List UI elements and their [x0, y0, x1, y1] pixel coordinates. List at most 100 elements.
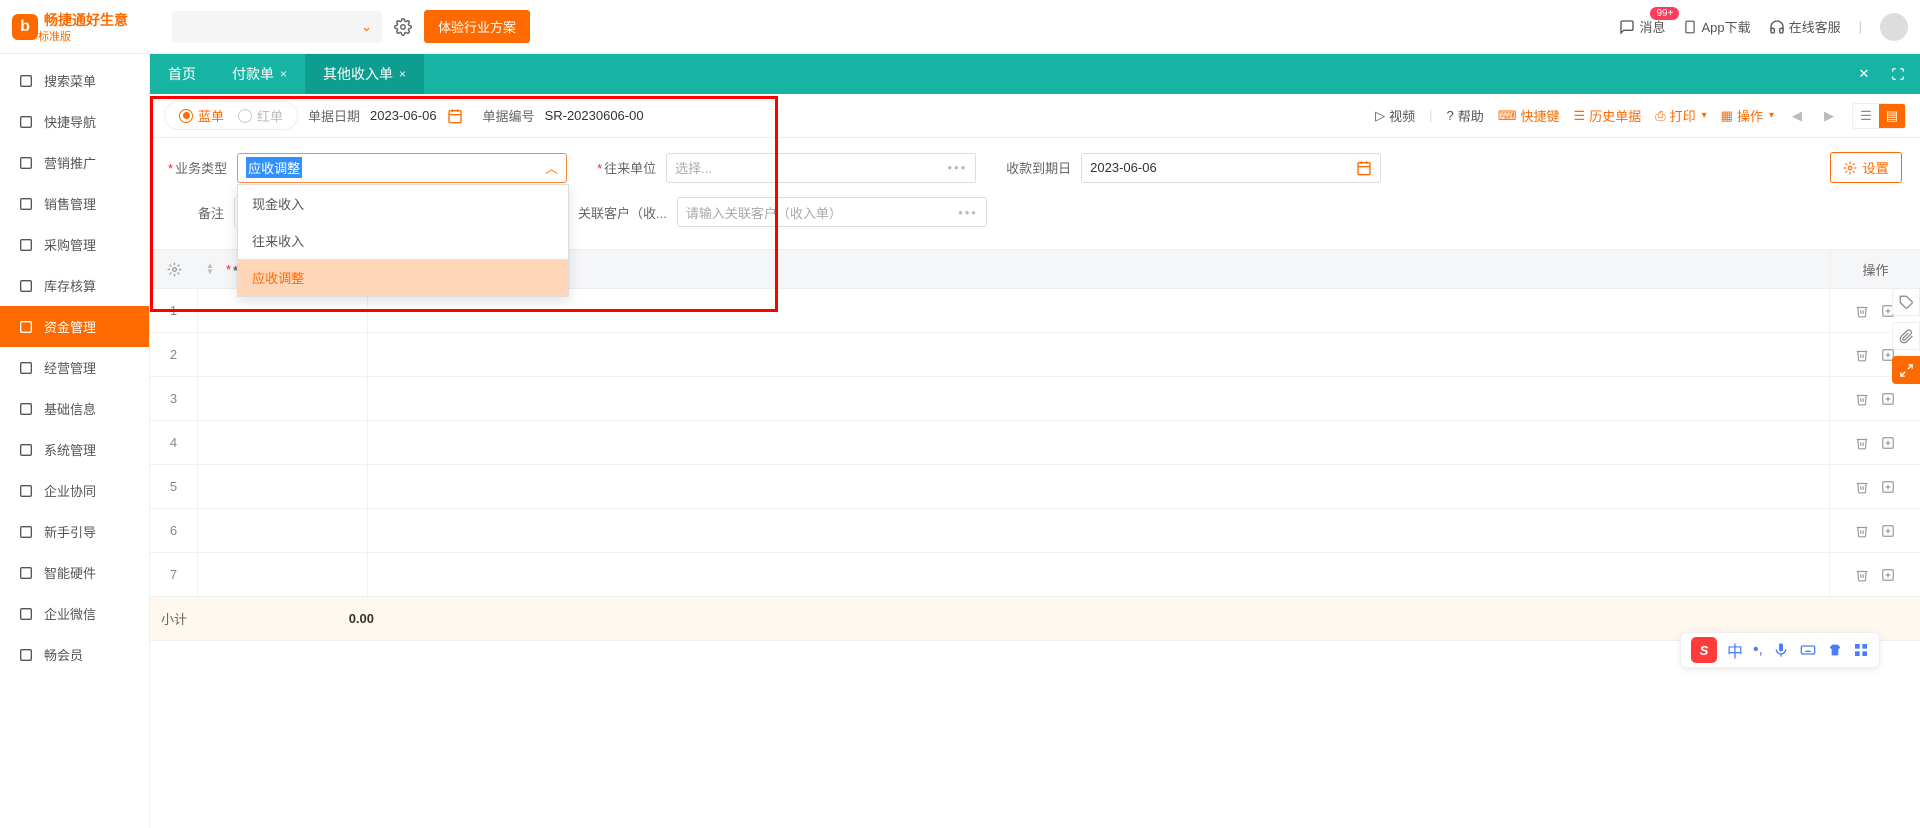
ime-toolbar[interactable]: S 中 •, [1680, 632, 1880, 668]
help-button[interactable]: ?帮助 [1447, 106, 1484, 125]
ime-mic-icon[interactable] [1773, 642, 1789, 658]
row-body-cell[interactable] [368, 333, 1830, 376]
close-icon[interactable]: × [399, 67, 406, 81]
row-amount-cell[interactable] [198, 421, 368, 464]
next-doc-button[interactable]: ▶ [1820, 108, 1838, 124]
row-amount-cell[interactable] [198, 509, 368, 552]
close-icon[interactable]: × [280, 67, 287, 81]
ime-punct-button[interactable]: •, [1753, 641, 1763, 659]
ime-skin-icon[interactable] [1827, 642, 1843, 658]
biz-type-option[interactable]: 现金收入 [238, 185, 568, 222]
print-button[interactable]: ⎙打印▾ [1655, 106, 1706, 125]
row-amount-cell[interactable] [198, 465, 368, 508]
table-settings-button[interactable] [150, 262, 198, 277]
radio-blue[interactable]: 蓝单 [179, 106, 224, 125]
online-service-button[interactable]: 在线客服 [1769, 17, 1841, 36]
video-button[interactable]: ▷视频 [1375, 106, 1415, 125]
history-button[interactable]: ☰历史单据 [1574, 106, 1642, 125]
table-row[interactable]: 7 [150, 553, 1920, 597]
table-row[interactable]: 6 [150, 509, 1920, 553]
row-body-cell[interactable] [368, 553, 1830, 596]
sidebar-item-marketing[interactable]: 营销推广 [0, 142, 149, 183]
row-amount-cell[interactable] [198, 377, 368, 420]
hotkey-button[interactable]: ⌨快捷键 [1498, 106, 1560, 125]
form-area: *业务类型 应收调整 ︿ 现金收入往来收入应收调整 *往来单位 选择... ••… [150, 138, 1920, 249]
assoc-cust-input[interactable]: 请输入关联客户（收入单） ••• [677, 197, 987, 227]
gear-icon[interactable] [394, 18, 412, 36]
delete-row-button[interactable] [1855, 436, 1869, 450]
tab-1[interactable]: 付款单× [214, 54, 305, 94]
delete-row-button[interactable] [1855, 524, 1869, 538]
biz-type-option[interactable]: 应收调整 [238, 259, 568, 296]
ime-keyboard-icon[interactable] [1799, 642, 1817, 658]
expand-button[interactable] [1886, 62, 1910, 86]
sidebar-item-hardware[interactable]: 智能硬件 [0, 552, 149, 593]
sidebar-item-funds[interactable]: 资金管理 [0, 306, 149, 347]
doc-date-value[interactable]: 2023-06-06 [370, 108, 437, 123]
tab-0[interactable]: 首页 [150, 54, 214, 94]
add-row-button[interactable] [1881, 568, 1895, 582]
row-body-cell[interactable] [368, 377, 1830, 420]
ime-toolbox-icon[interactable] [1853, 642, 1869, 658]
tag-button[interactable] [1892, 288, 1920, 316]
table-row[interactable]: 4 [150, 421, 1920, 465]
sidebar-item-label: 资金管理 [44, 317, 96, 336]
sidebar-icon [18, 73, 34, 89]
view-list-button[interactable]: ☰ [1853, 104, 1879, 128]
row-ops [1830, 436, 1920, 450]
partner-input[interactable]: 选择... ••• [666, 153, 976, 183]
sidebar-item-sales[interactable]: 销售管理 [0, 183, 149, 224]
messages-button[interactable]: 消息 99+ [1619, 17, 1665, 36]
prev-doc-button[interactable]: ◀ [1788, 108, 1806, 124]
sidebar-item-basic[interactable]: 基础信息 [0, 388, 149, 429]
add-row-button[interactable] [1881, 480, 1895, 494]
row-body-cell[interactable] [368, 421, 1830, 464]
app-download-button[interactable]: App下载 [1683, 17, 1750, 36]
table-row[interactable]: 2 [150, 333, 1920, 377]
settings-button[interactable]: 设置 [1830, 152, 1902, 183]
row-body-cell[interactable] [368, 289, 1830, 332]
tabs-bar: 首页付款单×其他收入单× ✕ [150, 54, 1920, 94]
close-all-tabs-button[interactable]: ✕ [1852, 62, 1876, 86]
delete-row-button[interactable] [1855, 348, 1869, 362]
sidebar-item-wecom[interactable]: 企业微信 [0, 593, 149, 634]
sidebar-item-purchase[interactable]: 采购管理 [0, 224, 149, 265]
radio-red[interactable]: 红单 [238, 106, 283, 125]
delete-row-button[interactable] [1855, 480, 1869, 494]
attachment-button[interactable] [1892, 322, 1920, 350]
row-index: 2 [150, 333, 198, 376]
row-amount-cell[interactable] [198, 553, 368, 596]
table-row[interactable]: 3 [150, 377, 1920, 421]
calendar-icon[interactable] [447, 108, 463, 124]
sidebar-item-system[interactable]: 系统管理 [0, 429, 149, 470]
delete-row-button[interactable] [1855, 568, 1869, 582]
biz-type-select[interactable]: 应收调整 ︿ 现金收入往来收入应收调整 [237, 153, 567, 183]
table-row[interactable]: 5 [150, 465, 1920, 509]
view-card-button[interactable]: ▤ [1879, 104, 1905, 128]
sidebar-item-search-menu[interactable]: 搜索菜单 [0, 60, 149, 101]
add-row-button[interactable] [1881, 392, 1895, 406]
sidebar-item-collab[interactable]: 企业协同 [0, 470, 149, 511]
row-body-cell[interactable] [368, 509, 1830, 552]
trial-button[interactable]: 体验行业方案 [424, 10, 530, 43]
due-date-input[interactable]: 2023-06-06 [1081, 153, 1381, 183]
org-selector[interactable]: ⌄ [172, 11, 382, 43]
biz-type-option[interactable]: 往来收入 [238, 222, 568, 259]
sort-icon[interactable]: ▲▼ [198, 263, 222, 275]
avatar[interactable] [1880, 13, 1908, 41]
row-amount-cell[interactable] [198, 333, 368, 376]
delete-row-button[interactable] [1855, 392, 1869, 406]
ime-lang-button[interactable]: 中 [1727, 638, 1743, 662]
sidebar-item-operation[interactable]: 经营管理 [0, 347, 149, 388]
operate-button[interactable]: ▦操作▾ [1721, 106, 1774, 125]
tab-2[interactable]: 其他收入单× [305, 54, 424, 94]
add-row-button[interactable] [1881, 436, 1895, 450]
sidebar-item-inventory[interactable]: 库存核算 [0, 265, 149, 306]
sidebar-item-guide[interactable]: 新手引导 [0, 511, 149, 552]
sidebar-item-quick-nav[interactable]: 快捷导航 [0, 101, 149, 142]
add-row-button[interactable] [1881, 524, 1895, 538]
delete-row-button[interactable] [1855, 304, 1869, 318]
sidebar-item-member[interactable]: 畅会员 [0, 634, 149, 675]
expand-panel-button[interactable] [1892, 356, 1920, 384]
row-body-cell[interactable] [368, 465, 1830, 508]
